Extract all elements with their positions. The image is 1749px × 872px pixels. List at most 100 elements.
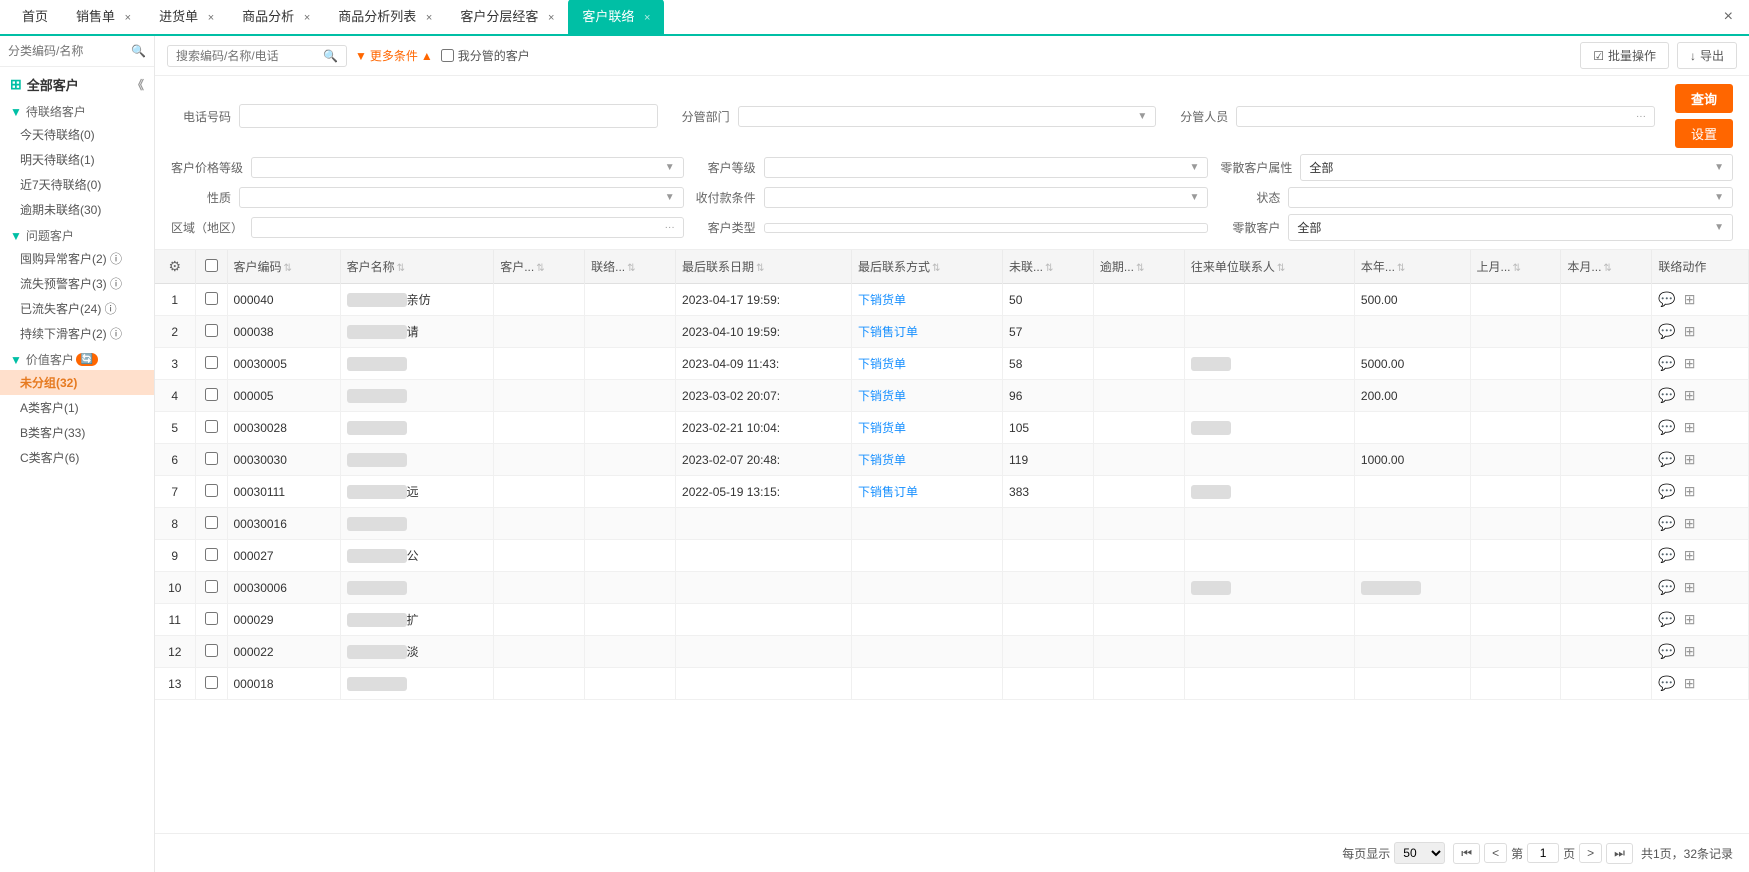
gear-icon[interactable]: ⚙ (168, 258, 181, 274)
grid-action-icon[interactable]: ⊞ (1684, 547, 1696, 564)
grid-action-icon[interactable]: ⊞ (1684, 643, 1696, 660)
cell-check[interactable] (195, 572, 227, 604)
grid-action-icon[interactable]: ⊞ (1684, 483, 1696, 500)
tab-sales[interactable]: 销售单 × (62, 0, 145, 35)
filter-phone-input[interactable] (239, 104, 658, 128)
filter-search-icon[interactable]: 🔍 (323, 49, 338, 63)
sidebar-group-value[interactable]: ▼ 价值客户 🔄 (0, 346, 154, 370)
tab-customer-contact[interactable]: 客户联络 × (568, 0, 664, 35)
sidebar-search-bar[interactable]: 🔍 (0, 36, 154, 67)
filter-retail-attr-select[interactable]: 全部 ▼ (1300, 154, 1733, 181)
cell-check[interactable] (195, 380, 227, 412)
cell-check[interactable] (195, 636, 227, 668)
filter-search-input[interactable] (176, 49, 323, 63)
sidebar-group-waiting[interactable]: ▼ 待联络客户 (0, 98, 154, 122)
chat-icon[interactable]: 💬 (1658, 291, 1675, 308)
filter-dept-select[interactable]: ▼ (738, 106, 1157, 127)
row-checkbox[interactable] (205, 324, 218, 337)
chat-icon[interactable]: 💬 (1658, 579, 1675, 596)
cell-check[interactable] (195, 316, 227, 348)
filter-search-box[interactable]: 🔍 (167, 45, 347, 67)
contact-method-link[interactable]: 下销货单 (858, 293, 906, 307)
filter-nature-select[interactable]: ▼ (239, 187, 684, 208)
grid-action-icon[interactable]: ⊞ (1684, 355, 1696, 372)
filter-cust-type-select[interactable] (764, 223, 1209, 233)
cell-check[interactable] (195, 412, 227, 444)
sidebar-item-b-class[interactable]: B类客户(33) (0, 420, 154, 445)
tab-sales-close[interactable]: × (125, 12, 131, 24)
row-checkbox[interactable] (205, 420, 218, 433)
tab-home[interactable]: 首页 (8, 0, 62, 35)
grid-action-icon[interactable]: ⊞ (1684, 515, 1696, 532)
th-settings[interactable]: ⚙ (155, 250, 195, 284)
grid-action-icon[interactable]: ⊞ (1684, 323, 1696, 340)
query-btn[interactable]: 查询 (1675, 84, 1733, 113)
last-page-btn[interactable]: ⏭ (1606, 843, 1633, 864)
row-checkbox[interactable] (205, 676, 218, 689)
grid-action-icon[interactable]: ⊞ (1684, 451, 1696, 468)
chat-icon[interactable]: 💬 (1658, 451, 1675, 468)
row-checkbox[interactable] (205, 452, 218, 465)
page-input[interactable] (1527, 843, 1559, 863)
tab-product-analysis-list-close[interactable]: × (426, 12, 432, 24)
chat-icon[interactable]: 💬 (1658, 611, 1675, 628)
batch-operation-btn[interactable]: ☑ 批量操作 (1580, 42, 1669, 69)
chat-icon[interactable]: 💬 (1658, 643, 1675, 660)
filter-region-select[interactable]: ··· (251, 217, 684, 238)
grid-action-icon[interactable]: ⊞ (1684, 611, 1696, 628)
chat-icon[interactable]: 💬 (1658, 675, 1675, 692)
sidebar-item-c-class[interactable]: C类客户(6) (0, 445, 154, 470)
contact-method-link[interactable]: 下销货单 (858, 453, 906, 467)
filter-payment-select[interactable]: ▼ (764, 187, 1209, 208)
row-checkbox[interactable] (205, 612, 218, 625)
sidebar-item-loss-warning[interactable]: 流失预警客户(3) ⓘ (0, 271, 154, 296)
chat-icon[interactable]: 💬 (1658, 419, 1675, 436)
tab-customer-segment[interactable]: 客户分层经客 × (446, 0, 568, 35)
per-page-select[interactable]: 50 20 100 (1394, 842, 1445, 864)
sidebar-item-7days[interactable]: 近7天待联络(0) (0, 172, 154, 197)
chat-icon[interactable]: 💬 (1658, 483, 1675, 500)
contact-method-link[interactable]: 下销售订单 (858, 485, 918, 499)
sidebar-item-tomorrow[interactable]: 明天待联络(1) (0, 147, 154, 172)
cell-check[interactable] (195, 604, 227, 636)
export-btn[interactable]: ↓ 导出 (1677, 42, 1737, 69)
chat-icon[interactable]: 💬 (1658, 387, 1675, 404)
grid-action-icon[interactable]: ⊞ (1684, 579, 1696, 596)
my-customers-checkbox[interactable] (441, 49, 454, 62)
sidebar-item-lost[interactable]: 已流失客户(24) ⓘ (0, 296, 154, 321)
filter-person-select[interactable]: ··· (1236, 106, 1655, 127)
tab-product-analysis[interactable]: 商品分析 × (228, 0, 324, 35)
row-checkbox[interactable] (205, 356, 218, 369)
tab-product-analysis-list[interactable]: 商品分析列表 × (324, 0, 446, 35)
tab-purchase-close[interactable]: × (208, 12, 214, 24)
cell-check[interactable] (195, 284, 227, 316)
sidebar-item-overdue[interactable]: 逾期未联络(30) (0, 197, 154, 222)
contact-method-link[interactable]: 下销货单 (858, 357, 906, 371)
sidebar-item-hoarding[interactable]: 囤购异常客户(2) ⓘ (0, 246, 154, 271)
row-checkbox[interactable] (205, 388, 218, 401)
grid-action-icon[interactable]: ⊞ (1684, 419, 1696, 436)
sidebar-item-today[interactable]: 今天待联络(0) (0, 122, 154, 147)
first-page-btn[interactable]: ⏮ (1453, 843, 1480, 864)
sidebar-item-ungroup[interactable]: 未分组(32) (0, 370, 154, 395)
cell-check[interactable] (195, 508, 227, 540)
cell-check[interactable] (195, 444, 227, 476)
row-checkbox[interactable] (205, 516, 218, 529)
chat-icon[interactable]: 💬 (1658, 323, 1675, 340)
row-checkbox[interactable] (205, 644, 218, 657)
sidebar-group-problem[interactable]: ▼ 问题客户 (0, 222, 154, 246)
sidebar-all-customers[interactable]: ⊞ 全部客户 《 (0, 67, 154, 98)
sidebar-search-icon[interactable]: 🔍 (131, 44, 146, 58)
cell-check[interactable] (195, 348, 227, 380)
row-checkbox[interactable] (205, 580, 218, 593)
filter-retail-cust-select[interactable]: 全部 ▼ (1288, 214, 1733, 241)
tab-customer-segment-close[interactable]: × (548, 12, 554, 24)
prev-page-btn[interactable]: < (1484, 843, 1507, 863)
contact-method-link[interactable]: 下销货单 (858, 421, 906, 435)
grid-action-icon[interactable]: ⊞ (1684, 291, 1696, 308)
filter-my-customers[interactable]: 我分管的客户 (441, 47, 530, 64)
select-all-checkbox[interactable] (205, 259, 218, 272)
row-checkbox[interactable] (205, 548, 218, 561)
chat-icon[interactable]: 💬 (1658, 547, 1675, 564)
next-page-btn[interactable]: > (1579, 843, 1602, 863)
